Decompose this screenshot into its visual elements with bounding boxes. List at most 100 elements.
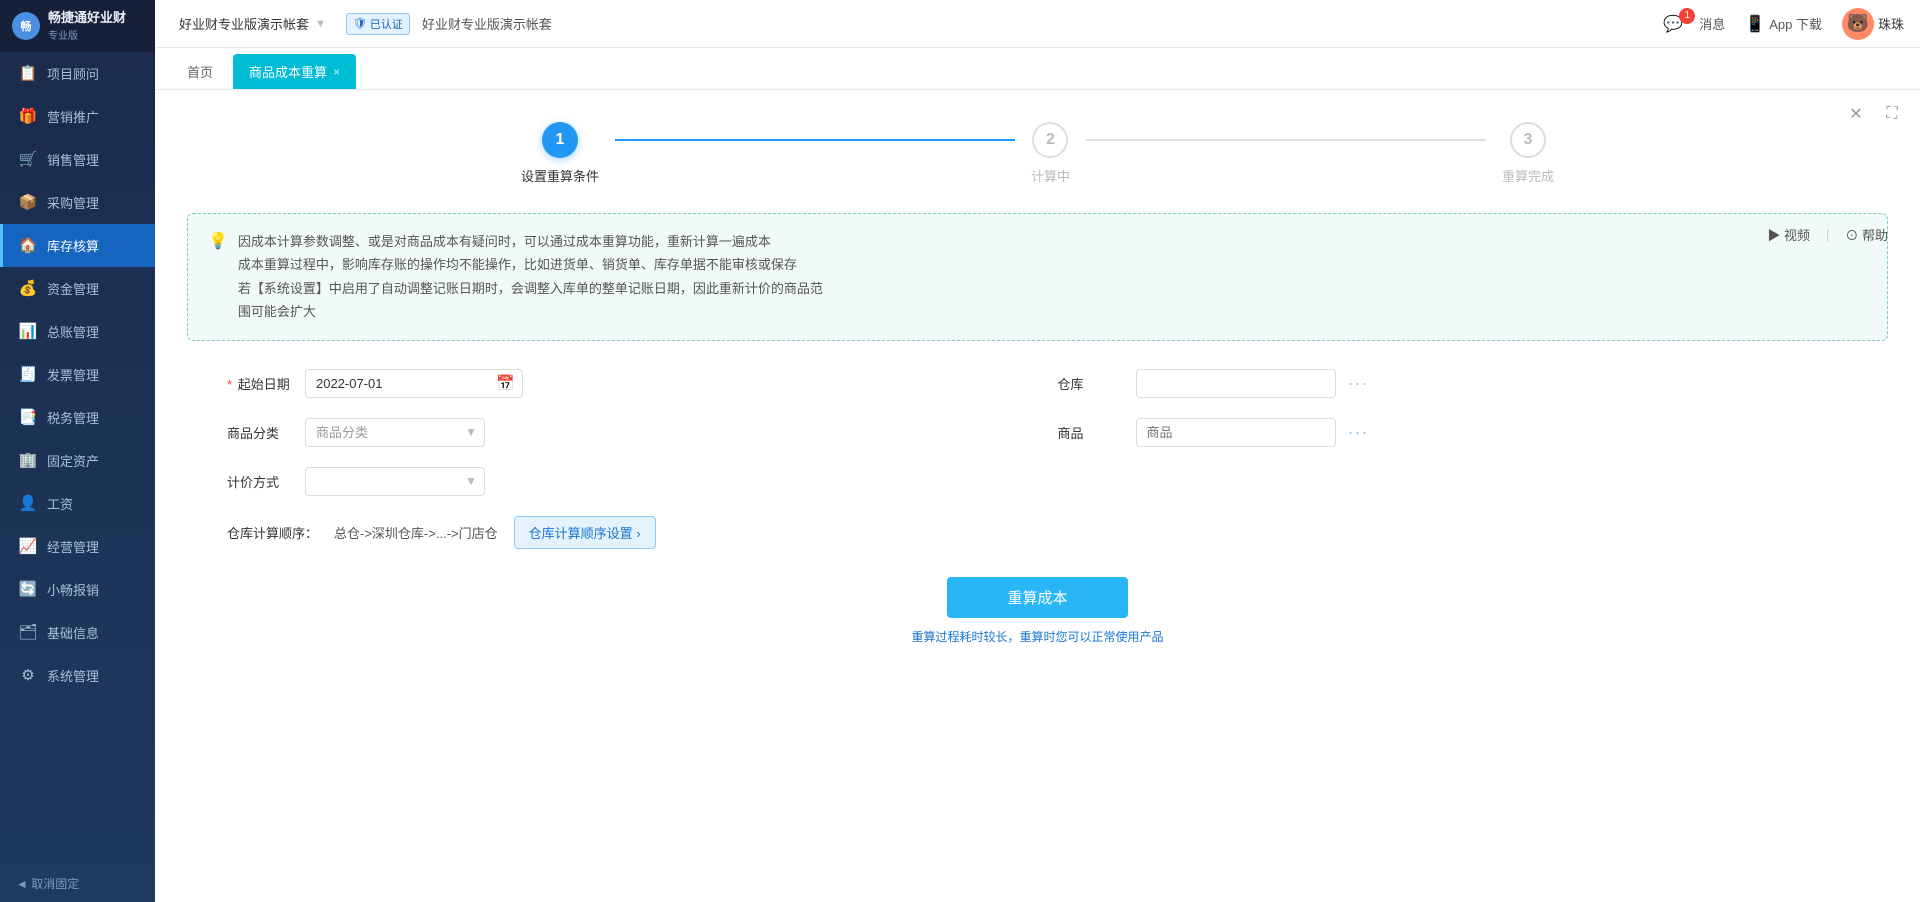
- price-method-label: 计价方式: [227, 472, 297, 491]
- step-2-circle: 2: [1032, 122, 1068, 158]
- start-date-input[interactable]: [305, 369, 523, 398]
- tab-cost-recalc-label: 商品成本重算: [249, 62, 327, 81]
- sidebar-item-assets[interactable]: 🏢 固定资产: [0, 439, 155, 482]
- video-link[interactable]: ▶ 视频: [1767, 225, 1810, 244]
- category-label: 商品分类: [227, 423, 297, 442]
- step-2-label: 计算中: [1031, 166, 1070, 185]
- app-title: 畅捷通好业财: [48, 10, 126, 27]
- info-box: 💡 因成本计算参数调整、或是对商品成本有疑问时，可以通过成本重算功能，重新计算一…: [187, 213, 1888, 341]
- form-section: * 起始日期 📅 仓库 ··· 商品分类: [187, 369, 1888, 496]
- goods-input[interactable]: [1136, 418, 1336, 447]
- step-1-circle: 1: [542, 122, 578, 158]
- assets-icon: 🏢: [19, 451, 37, 469]
- sidebar-item-purchase[interactable]: 📦 采购管理: [0, 181, 155, 224]
- tab-home-label: 首页: [187, 62, 213, 81]
- dropdown-icon: ▼: [315, 18, 326, 30]
- marketing-icon: 🎁: [19, 107, 37, 125]
- pin-label: ◄ 取消固定: [16, 875, 79, 892]
- verified-badge: 🛡 已认证: [346, 13, 410, 35]
- calendar-icon[interactable]: 📅: [496, 374, 515, 392]
- messages-btn[interactable]: 💬 1 消息: [1663, 14, 1725, 34]
- sidebar-item-label: 项目顾问: [47, 64, 99, 83]
- recalculate-btn[interactable]: 重算成本: [947, 577, 1127, 618]
- project-icon: 📋: [19, 64, 37, 82]
- close-icon: ✕: [1849, 104, 1862, 124]
- topbar: 好业财专业版演示帐套 ▼ 🛡 已认证 好业财专业版演示帐套 💬 1 消息 📱 A…: [155, 0, 1920, 48]
- sidebar-item-label: 发票管理: [47, 365, 99, 384]
- sidebar-item-inventory[interactable]: 🏠 库存核算: [0, 224, 155, 267]
- sidebar: 畅 畅捷通好业财 专业版 📋 项目顾问 🎁 营销推广 🛒 销售管理 📦 采购管理…: [0, 0, 155, 902]
- steps-container: 1 设置重算条件 2 计算中 3 重算完成: [187, 122, 1888, 185]
- sidebar-item-project[interactable]: 📋 项目顾问: [0, 52, 155, 95]
- app-logo: 畅: [12, 12, 40, 40]
- sidebar-item-label: 固定资产: [47, 451, 99, 470]
- sidebar-item-tax[interactable]: 📑 税务管理: [0, 396, 155, 439]
- sidebar-item-label: 工资: [47, 494, 73, 513]
- sidebar-item-operations[interactable]: 📈 经营管理: [0, 525, 155, 568]
- tab-cost-recalc[interactable]: 商品成本重算 ×: [233, 54, 356, 89]
- app-download-btn[interactable]: 📱 App 下载: [1745, 14, 1822, 34]
- sales-icon: 🛒: [19, 150, 37, 168]
- sidebar-item-invoice[interactable]: 🧾 发票管理: [0, 353, 155, 396]
- step-1: 1 设置重算条件: [521, 122, 599, 185]
- submit-section: 重算成本 重算过程耗时较长，重算时您可以正常使用产品: [187, 577, 1888, 645]
- goods-label: 商品: [1058, 423, 1128, 442]
- price-method-select-wrapper: ▼: [305, 467, 485, 496]
- date-input-wrapper: 📅: [305, 369, 523, 398]
- warehouse-order-settings-btn[interactable]: 仓库计算顺序设置 ›: [514, 516, 656, 549]
- sidebar-item-sales[interactable]: 🛒 销售管理: [0, 138, 155, 181]
- sidebar-item-marketing[interactable]: 🎁 营销推广: [0, 95, 155, 138]
- category-field: 商品分类 商品分类 ▼: [227, 418, 1018, 447]
- start-date-label: * 起始日期: [227, 374, 297, 393]
- sidebar-pin-toggle[interactable]: ◄ 取消固定: [0, 864, 155, 902]
- warehouse-label: 仓库: [1058, 374, 1128, 393]
- app-subtitle: 专业版: [48, 27, 126, 42]
- form-row-3: 计价方式 ▼: [227, 467, 1848, 496]
- sidebar-item-basic[interactable]: 🗂 基础信息: [0, 611, 155, 654]
- sidebar-item-expense[interactable]: 🔄 小畅报销: [0, 568, 155, 611]
- sidebar-item-label: 小畅报销: [47, 580, 99, 599]
- system-icon: ⚙: [19, 666, 37, 684]
- submit-hint: 重算过程耗时较长，重算时您可以正常使用产品: [911, 628, 1163, 645]
- sidebar-item-label: 系统管理: [47, 666, 99, 685]
- topbar-actions: 💬 1 消息 📱 App 下载 🐻 珠珠: [1663, 8, 1904, 40]
- invoice-icon: 🧾: [19, 365, 37, 383]
- finance-icon: 💰: [19, 279, 37, 297]
- warehouse-ellipsis-btn[interactable]: ···: [1344, 373, 1373, 394]
- warehouse-input[interactable]: [1136, 369, 1336, 398]
- account-name: 好业财专业版演示帐套: [179, 14, 309, 33]
- goods-field: 商品 ···: [1058, 418, 1849, 447]
- purchase-icon: 📦: [19, 193, 37, 211]
- page-content: ✕ ⛶ ▶ 视频 | ⊙ 帮助 1 设置重算条件: [155, 90, 1920, 902]
- warehouse-order-value: 总仓->深圳仓库->...->门店仓: [334, 523, 498, 542]
- category-select[interactable]: 商品分类: [305, 418, 485, 447]
- goods-ellipsis-btn[interactable]: ···: [1344, 422, 1373, 443]
- accounting-icon: 📊: [19, 322, 37, 340]
- user-menu-btn[interactable]: 🐻 珠珠: [1842, 8, 1904, 40]
- step-line-2-3: [1086, 139, 1486, 141]
- help-link[interactable]: ⊙ 帮助: [1845, 225, 1888, 244]
- warehouse-order-label: 仓库计算顺序：: [227, 523, 318, 542]
- sidebar-item-label: 营销推广: [47, 107, 99, 126]
- category-select-wrapper: 商品分类 ▼: [305, 418, 485, 447]
- tab-home[interactable]: 首页: [171, 54, 229, 89]
- step-2: 2 计算中: [1031, 122, 1070, 185]
- sidebar-item-accounting[interactable]: 📊 总账管理: [0, 310, 155, 353]
- step-1-label: 设置重算条件: [521, 166, 599, 185]
- avatar: 🐻: [1842, 8, 1874, 40]
- sidebar-item-system[interactable]: ⚙ 系统管理: [0, 654, 155, 697]
- help-links: ▶ 视频 | ⊙ 帮助: [1767, 225, 1888, 244]
- sidebar-item-payroll[interactable]: 👤 工资: [0, 482, 155, 525]
- form-row-2: 商品分类 商品分类 ▼ 商品 ···: [227, 418, 1848, 447]
- step-3-label: 重算完成: [1502, 166, 1554, 185]
- phone-icon: 📱: [1745, 14, 1765, 34]
- sidebar-item-finance[interactable]: 💰 资金管理: [0, 267, 155, 310]
- start-date-field: * 起始日期 📅: [227, 369, 1018, 398]
- sidebar-item-label: 经营管理: [47, 537, 99, 556]
- price-method-select[interactable]: [305, 467, 485, 496]
- account-selector[interactable]: 好业财专业版演示帐套 ▼: [171, 10, 334, 37]
- operations-icon: 📈: [19, 537, 37, 555]
- tab-close-icon[interactable]: ×: [333, 65, 340, 79]
- step-3: 3 重算完成: [1502, 122, 1554, 185]
- price-method-field: 计价方式 ▼: [227, 467, 1018, 496]
